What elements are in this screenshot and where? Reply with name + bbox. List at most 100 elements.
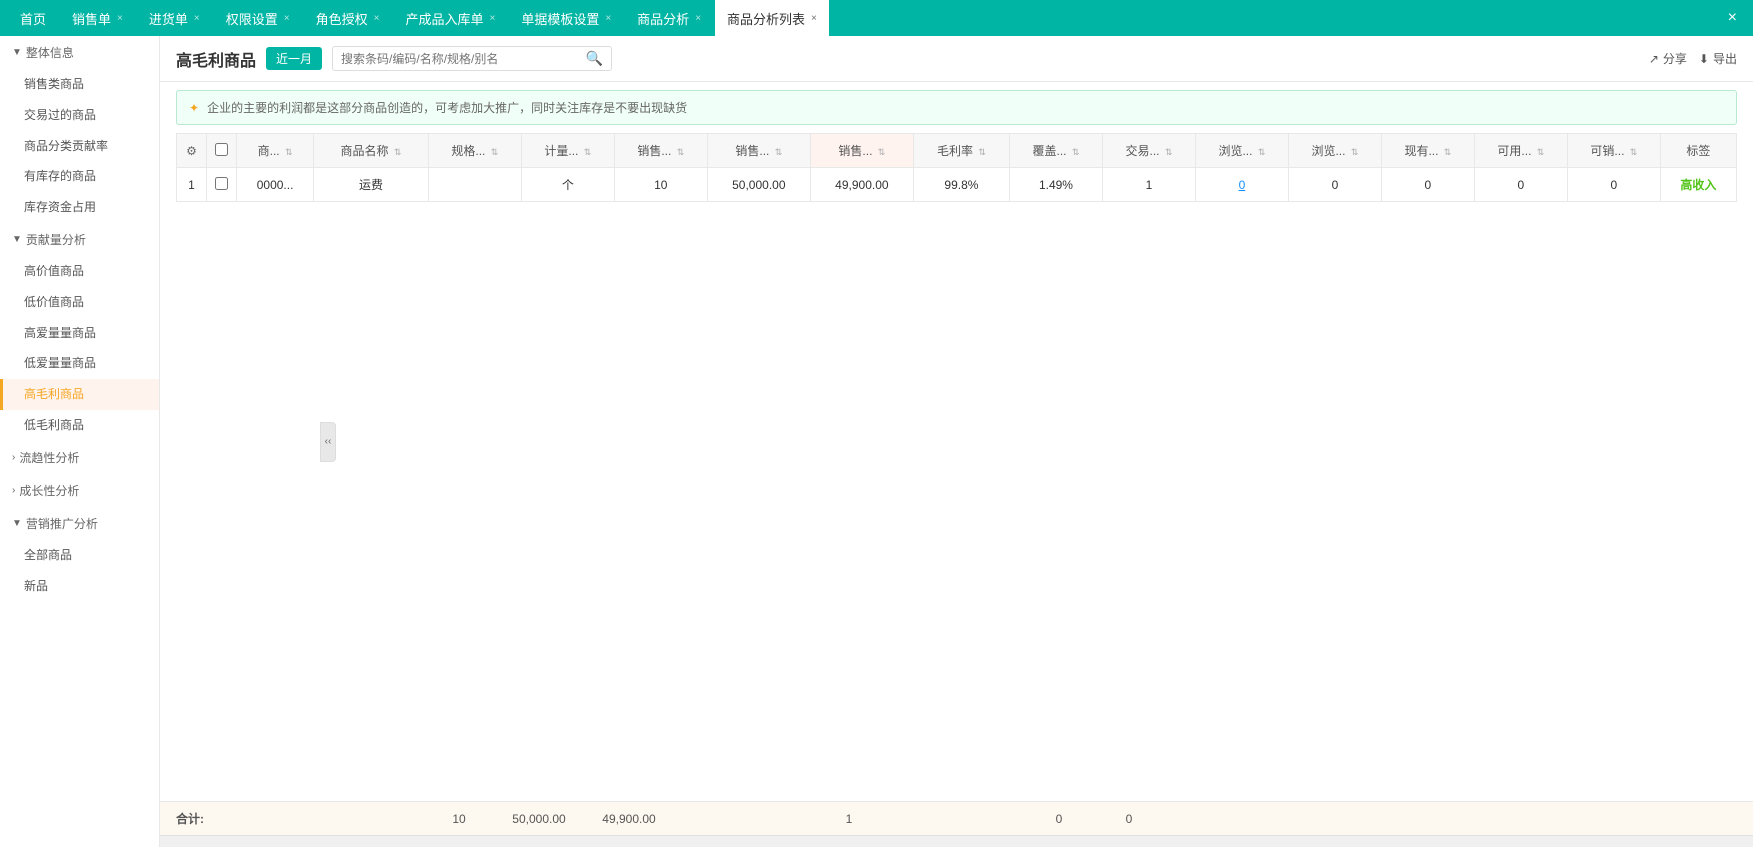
sidebar-item-high-freq[interactable]: 高爱量量商品: [0, 318, 159, 349]
col-code[interactable]: 商... ⇅: [237, 134, 314, 168]
nav-product-entry[interactable]: 产成品入库单 ×: [393, 0, 507, 36]
sidebar-item-low-value[interactable]: 低价值商品: [0, 287, 159, 318]
sidebar-item-high-margin[interactable]: 高毛利商品: [0, 379, 159, 410]
export-button[interactable]: ⬇ 导出: [1699, 50, 1737, 67]
period-button[interactable]: 近一月: [266, 47, 322, 70]
col-trade-count[interactable]: 交易... ⇅: [1102, 134, 1195, 168]
col-available[interactable]: 可用... ⇅: [1474, 134, 1567, 168]
col-unit[interactable]: 计量... ⇅: [521, 134, 614, 168]
sort-icon-sales-qty: ⇅: [677, 147, 685, 157]
close-permission-settings[interactable]: ×: [284, 13, 290, 24]
sidebar-section-growth[interactable]: › 成长性分析: [0, 474, 159, 507]
nav-template-settings[interactable]: 单据模板设置 ×: [509, 0, 623, 36]
close-purchase-order[interactable]: ×: [194, 13, 200, 24]
close-sales-order[interactable]: ×: [117, 13, 123, 24]
export-icon: ⬇: [1699, 52, 1709, 66]
sidebar: ▼ 整体信息 销售类商品 交易过的商品 商品分类贡献率 有库存的商品 库存资金占…: [0, 36, 160, 847]
sidebar-toggle-button[interactable]: ‹‹: [320, 422, 336, 462]
close-product-analysis-list[interactable]: ×: [811, 13, 817, 24]
col-browse1[interactable]: 浏览... ⇅: [1195, 134, 1288, 168]
sidebar-section-wealth[interactable]: ▼ 贡献量分析: [0, 223, 159, 256]
top-navigation: 首页 销售单 × 进货单 × 权限设置 × 角色授权 × 产成品入库单 × 单据…: [0, 0, 1753, 36]
product-table: ⚙ 商... ⇅ 商品名称 ⇅: [176, 133, 1737, 202]
sidebar-item-in-stock-goods[interactable]: 有库存的商品: [0, 161, 159, 192]
col-saleable[interactable]: 可销... ⇅: [1567, 134, 1660, 168]
sidebar-item-new-goods[interactable]: 新品: [0, 571, 159, 602]
table-footer: 合计: 10 50,000.00 49,900.00 1 0 0: [160, 801, 1753, 835]
search-box: 🔍: [332, 46, 612, 71]
footer-spacer4: [884, 812, 1024, 826]
row-sales-qty: 10: [614, 168, 707, 202]
col-sales-profit[interactable]: 销售... ⇅: [810, 134, 913, 168]
sidebar-item-sales-goods[interactable]: 销售类商品: [0, 69, 159, 100]
nav-role-permission[interactable]: 角色授权 ×: [304, 0, 392, 36]
col-coverage[interactable]: 覆盖... ⇅: [1009, 134, 1102, 168]
horizontal-scrollbar[interactable]: [160, 835, 1753, 847]
page-title: 高毛利商品: [176, 47, 256, 71]
search-input[interactable]: [341, 52, 582, 66]
arrow-trend: ›: [12, 452, 15, 463]
search-icon[interactable]: 🔍: [586, 50, 603, 67]
row-sales-profit: 49,900.00: [810, 168, 913, 202]
nav-permission-settings[interactable]: 权限设置 ×: [214, 0, 302, 36]
sidebar-item-inventory-ratio[interactable]: 库存资金占用: [0, 192, 159, 223]
col-name[interactable]: 商品名称 ⇅: [314, 134, 429, 168]
nav-product-analysis-list[interactable]: 商品分析列表 ×: [715, 0, 829, 36]
footer-sales-profit: 49,900.00: [584, 812, 674, 826]
col-settings[interactable]: ⚙: [177, 134, 207, 168]
sort-icon-coverage: ⇅: [1072, 147, 1080, 157]
row-available: 0: [1474, 168, 1567, 202]
arrow-overall: ▼: [12, 47, 22, 58]
info-banner: ✦ 企业的主要的利润都是这部分商品创造的，可考虑加大推广，同时关注库存是不要出现…: [176, 90, 1737, 125]
col-current-stock[interactable]: 现有... ⇅: [1381, 134, 1474, 168]
sidebar-section-overall[interactable]: ▼ 整体信息: [0, 36, 159, 69]
close-role-permission[interactable]: ×: [374, 13, 380, 24]
footer-spacer2: [674, 812, 744, 826]
close-product-entry[interactable]: ×: [489, 13, 495, 24]
sidebar-item-low-freq[interactable]: 低爱量量商品: [0, 348, 159, 379]
footer-sales-amount: 50,000.00: [494, 812, 584, 826]
footer-spacer3: [744, 812, 814, 826]
close-all-tabs[interactable]: ×: [1720, 9, 1745, 27]
row-saleable: 0: [1567, 168, 1660, 202]
col-spec[interactable]: 规格... ⇅: [428, 134, 521, 168]
main-layout: ▼ 整体信息 销售类商品 交易过的商品 商品分类贡献率 有库存的商品 库存资金占…: [0, 36, 1753, 847]
table-container: ⚙ 商... ⇅ 商品名称 ⇅: [176, 133, 1737, 801]
nav-product-analysis[interactable]: 商品分析 ×: [625, 0, 713, 36]
sidebar-item-all-goods[interactable]: 全部商品: [0, 540, 159, 571]
col-sales-amount[interactable]: 销售... ⇅: [707, 134, 810, 168]
share-button[interactable]: ↗ 分享: [1649, 50, 1687, 67]
sidebar-item-low-margin[interactable]: 低毛利商品: [0, 410, 159, 441]
select-all-checkbox[interactable]: [215, 143, 228, 156]
close-template-settings[interactable]: ×: [605, 13, 611, 24]
col-sales-qty[interactable]: 销售... ⇅: [614, 134, 707, 168]
sidebar-section-trend[interactable]: › 流趋性分析: [0, 441, 159, 474]
nav-purchase-order[interactable]: 进货单 ×: [137, 0, 212, 36]
col-browse2[interactable]: 浏览... ⇅: [1288, 134, 1381, 168]
footer-spacer1: [224, 812, 424, 826]
sidebar-item-contribution-rate[interactable]: 商品分类贡献率: [0, 131, 159, 162]
sidebar-item-traded-goods[interactable]: 交易过的商品: [0, 100, 159, 131]
footer-current-stock: 0: [1024, 812, 1094, 826]
row-browse1[interactable]: 0: [1195, 168, 1288, 202]
sort-icon-code: ⇅: [285, 147, 293, 157]
footer-available: 0: [1094, 812, 1164, 826]
settings-icon[interactable]: ⚙: [186, 144, 197, 158]
row-tag: 高收入: [1660, 168, 1736, 202]
col-tag[interactable]: 标签: [1660, 134, 1736, 168]
sort-icon-sales-profit: ⇅: [878, 147, 886, 157]
row-spec: [428, 168, 521, 202]
sidebar-section-marketing[interactable]: ▼ 营销推广分析: [0, 507, 159, 540]
arrow-growth: ›: [12, 485, 15, 496]
sort-icon-sales-amount: ⇅: [775, 147, 783, 157]
sort-icon-saleable: ⇅: [1630, 147, 1638, 157]
row-checkbox[interactable]: [215, 177, 228, 190]
sidebar-item-high-value[interactable]: 高价值商品: [0, 256, 159, 287]
nav-sales-order[interactable]: 销售单 ×: [60, 0, 135, 36]
info-icon: ✦: [189, 101, 199, 115]
close-product-analysis[interactable]: ×: [695, 13, 701, 24]
row-browse2: 0: [1288, 168, 1381, 202]
row-unit: 个: [521, 168, 614, 202]
col-gross-margin[interactable]: 毛利率 ⇅: [913, 134, 1009, 168]
nav-home[interactable]: 首页: [8, 0, 58, 36]
